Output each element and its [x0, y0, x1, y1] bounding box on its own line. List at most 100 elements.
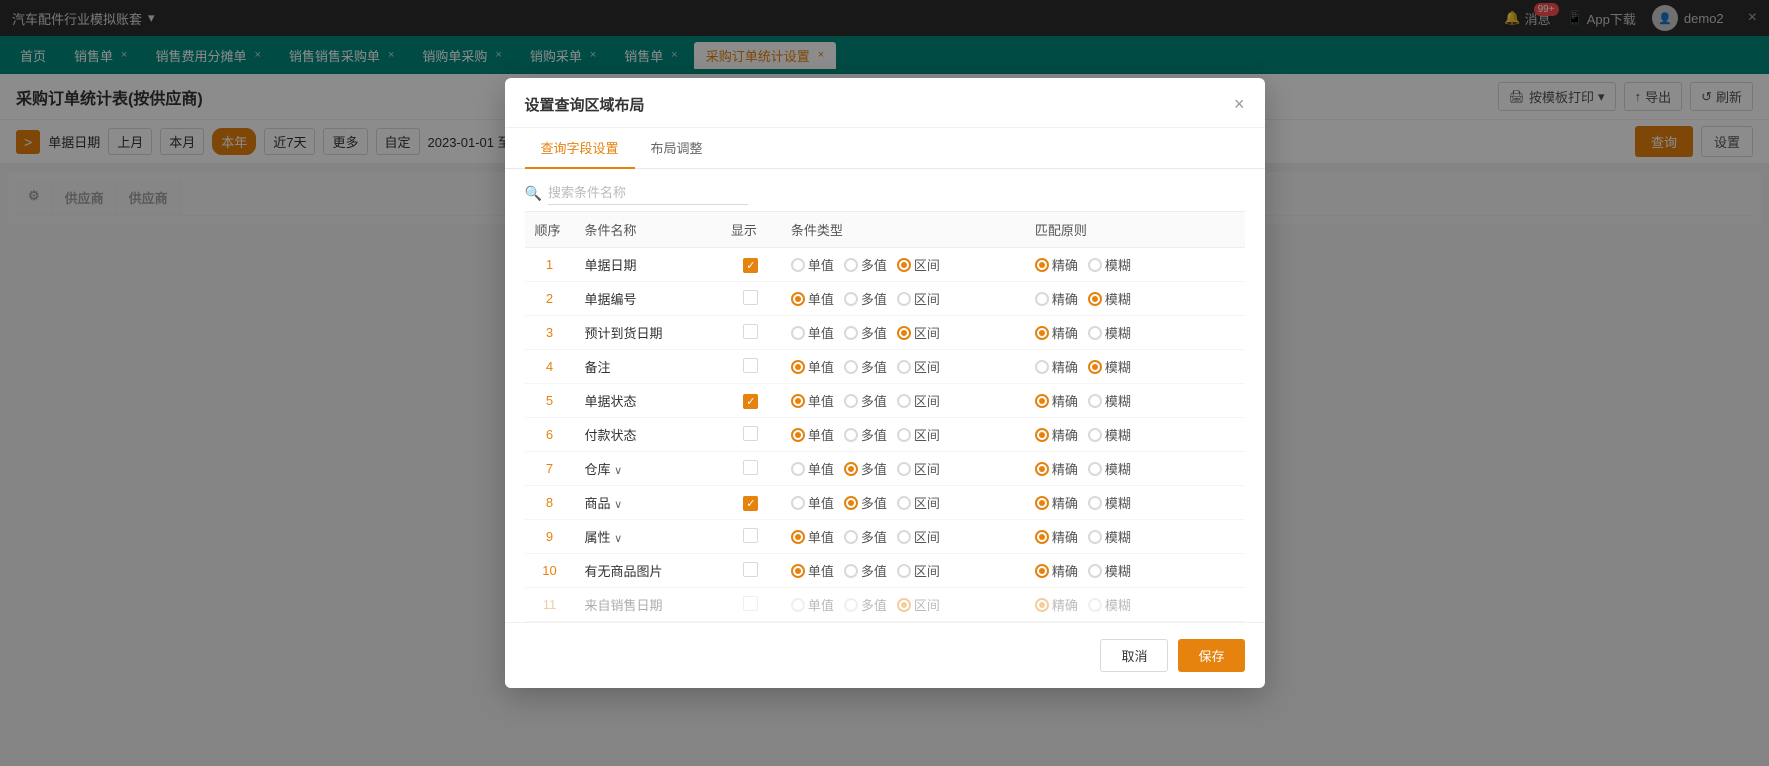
type-radio-单值[interactable]: 单值: [791, 425, 834, 444]
type-radio-区间[interactable]: 区间: [897, 357, 940, 376]
match-radio-模糊[interactable]: 模糊: [1088, 357, 1131, 376]
dialog-close-button[interactable]: ×: [1234, 94, 1245, 115]
match-radio-精确[interactable]: 精确: [1035, 561, 1078, 580]
radio-label: 区间: [914, 255, 940, 274]
match-radio-精确[interactable]: 精确: [1035, 459, 1078, 478]
table-row: 7仓库 ∨单值多值区间精确模糊: [525, 452, 1245, 486]
match-radio-精确[interactable]: 精确: [1035, 527, 1078, 546]
type-radio-多值[interactable]: 多值: [844, 425, 887, 444]
match-radio-模糊[interactable]: 模糊: [1088, 255, 1131, 274]
type-radio-多值[interactable]: 多值: [844, 357, 887, 376]
show-checkbox[interactable]: [743, 596, 758, 611]
dropdown-arrow[interactable]: ∨: [614, 465, 622, 477]
match-radio-模糊[interactable]: 模糊: [1088, 561, 1131, 580]
show-checkbox[interactable]: [743, 460, 758, 475]
show-checkbox[interactable]: [743, 426, 758, 441]
type-radio-单值[interactable]: 单值: [791, 323, 834, 342]
row-order: 1: [525, 248, 575, 282]
match-radio-模糊[interactable]: 模糊: [1088, 391, 1131, 410]
radio-circle: [1088, 564, 1102, 578]
match-radio-精确[interactable]: 精确: [1035, 357, 1078, 376]
tab-layout[interactable]: 布局调整: [635, 128, 719, 169]
type-radio-区间[interactable]: 区间: [897, 459, 940, 478]
match-radio-精确[interactable]: 精确: [1035, 323, 1078, 342]
type-radio-多值[interactable]: 多值: [844, 255, 887, 274]
show-checkbox[interactable]: [743, 562, 758, 577]
type-radio-多值[interactable]: 多值: [844, 289, 887, 308]
radio-label: 精确: [1052, 323, 1078, 342]
match-radio-模糊[interactable]: 模糊: [1088, 493, 1131, 512]
type-radio-区间[interactable]: 区间: [897, 323, 940, 342]
type-radio-多值[interactable]: 多值: [844, 391, 887, 410]
radio-circle: [844, 360, 858, 374]
row-type-cell: 单值多值区间: [781, 282, 1025, 316]
row-order: 5: [525, 384, 575, 418]
match-radio-精确[interactable]: 精确: [1035, 493, 1078, 512]
match-radio-精确[interactable]: 精确: [1035, 425, 1078, 444]
show-checkbox[interactable]: [743, 394, 758, 409]
radio-circle: [1035, 428, 1049, 442]
match-radio-精确[interactable]: 精确: [1035, 595, 1078, 614]
radio-label: 单值: [808, 595, 834, 614]
type-radio-单值[interactable]: 单值: [791, 561, 834, 580]
match-radio-模糊[interactable]: 模糊: [1088, 459, 1131, 478]
radio-label: 精确: [1052, 527, 1078, 546]
row-match-cell: 精确模糊: [1025, 248, 1245, 282]
show-checkbox[interactable]: [743, 258, 758, 273]
radio-circle: [897, 598, 911, 612]
search-input[interactable]: [548, 181, 748, 205]
type-radio-区间[interactable]: 区间: [897, 425, 940, 444]
radio-circle: [1035, 564, 1049, 578]
match-radio-精确[interactable]: 精确: [1035, 289, 1078, 308]
show-checkbox[interactable]: [743, 290, 758, 305]
row-show-cell: [721, 316, 781, 350]
tab-query-fields[interactable]: 查询字段设置: [525, 128, 635, 169]
settings-dialog: 设置查询区域布局 × 查询字段设置 布局调整 🔍 顺序 条件名称: [505, 78, 1265, 688]
match-radio-精确[interactable]: 精确: [1035, 391, 1078, 410]
row-name: 属性 ∨: [575, 520, 721, 554]
show-checkbox[interactable]: [743, 528, 758, 543]
type-radio-多值[interactable]: 多值: [844, 493, 887, 512]
show-checkbox[interactable]: [743, 324, 758, 339]
dropdown-arrow[interactable]: ∨: [614, 499, 622, 511]
type-radio-单值[interactable]: 单值: [791, 595, 834, 614]
save-button[interactable]: 保存: [1178, 639, 1244, 672]
type-radio-区间[interactable]: 区间: [897, 493, 940, 512]
match-radio-模糊[interactable]: 模糊: [1088, 425, 1131, 444]
type-radio-区间[interactable]: 区间: [897, 255, 940, 274]
show-checkbox[interactable]: [743, 496, 758, 511]
type-radio-多值[interactable]: 多值: [844, 527, 887, 546]
type-radio-单值[interactable]: 单值: [791, 289, 834, 308]
cancel-button[interactable]: 取消: [1100, 639, 1168, 672]
row-type-cell: 单值多值 区间: [781, 248, 1025, 282]
type-radio-多值[interactable]: 多值: [844, 595, 887, 614]
type-radio-单值[interactable]: 单值: [791, 527, 834, 546]
type-radio-多值[interactable]: 多值: [844, 323, 887, 342]
type-radio-单值[interactable]: 单值: [791, 357, 834, 376]
type-radio-单值[interactable]: 单值: [791, 391, 834, 410]
type-radio-区间[interactable]: 区间: [897, 595, 940, 614]
show-checkbox[interactable]: [743, 358, 758, 373]
radio-circle: [1035, 360, 1049, 374]
dropdown-arrow[interactable]: ∨: [614, 533, 622, 545]
type-radio-单值[interactable]: 单值: [791, 493, 834, 512]
th-condition-type: 条件类型: [781, 212, 1025, 248]
row-match-cell: 精确模糊: [1025, 452, 1245, 486]
type-radio-多值[interactable]: 多值: [844, 459, 887, 478]
match-radio-模糊[interactable]: 模糊: [1088, 289, 1131, 308]
type-radio-单值[interactable]: 单值: [791, 459, 834, 478]
match-radio-模糊[interactable]: 模糊: [1088, 323, 1131, 342]
row-match-cell: 精确模糊: [1025, 384, 1245, 418]
radio-label: 多值: [861, 493, 887, 512]
type-radio-区间[interactable]: 区间: [897, 561, 940, 580]
type-radio-多值[interactable]: 多值: [844, 561, 887, 580]
match-radio-模糊[interactable]: 模糊: [1088, 595, 1131, 614]
table-row: 11来自销售日期单值多值区间精确模糊: [525, 588, 1245, 622]
radio-circle: [1035, 326, 1049, 340]
type-radio-区间[interactable]: 区间: [897, 289, 940, 308]
match-radio-精确[interactable]: 精确: [1035, 255, 1078, 274]
type-radio-区间[interactable]: 区间: [897, 391, 940, 410]
type-radio-区间[interactable]: 区间: [897, 527, 940, 546]
match-radio-模糊[interactable]: 模糊: [1088, 527, 1131, 546]
type-radio-单值[interactable]: 单值: [791, 255, 834, 274]
